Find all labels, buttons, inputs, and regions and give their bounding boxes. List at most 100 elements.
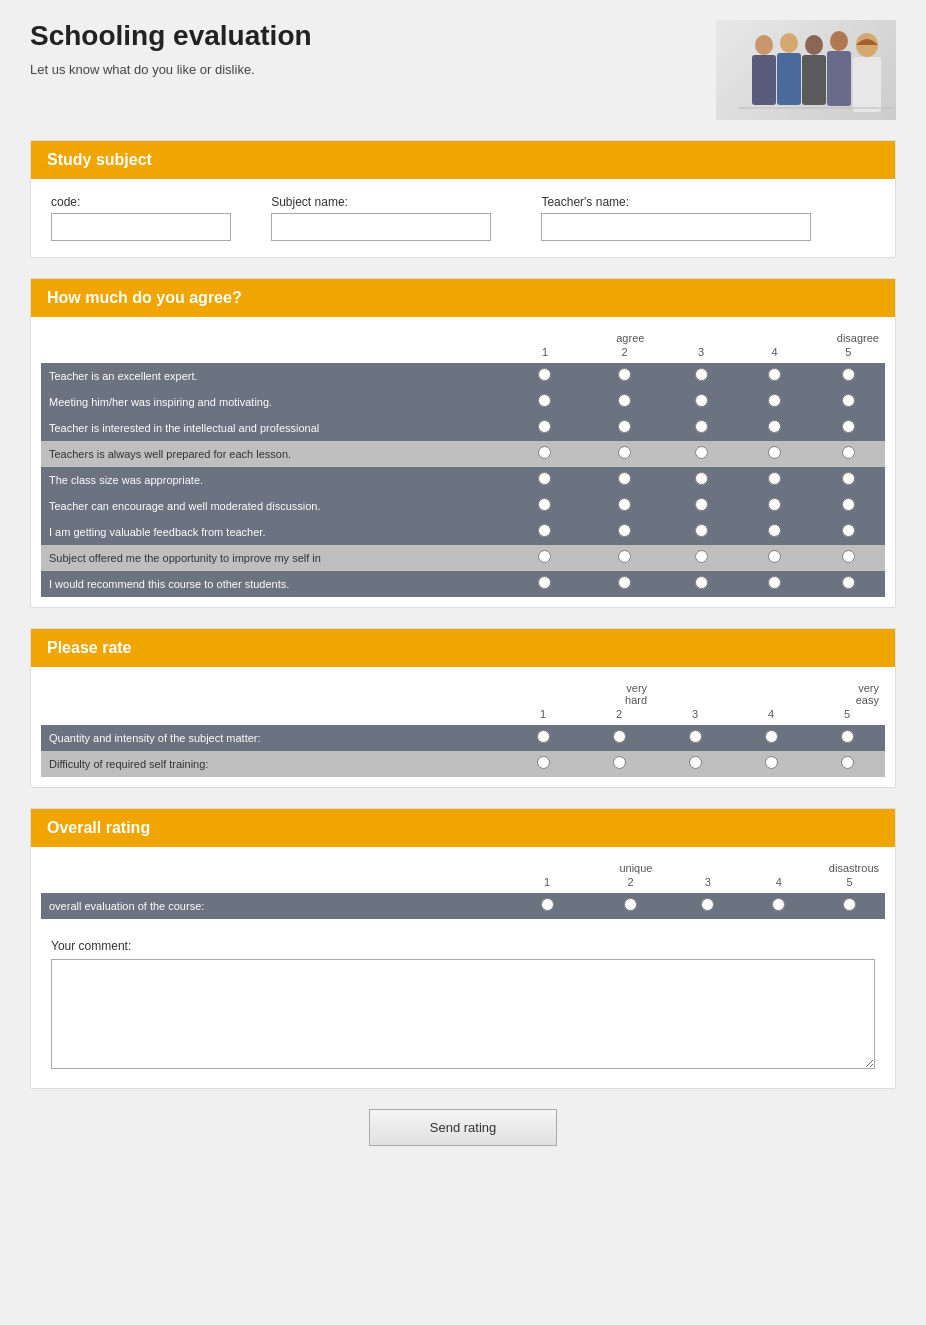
radio-option-2[interactable] (618, 550, 631, 563)
radio-option-4[interactable] (768, 394, 781, 407)
agree-col-label: agree (505, 327, 664, 346)
radio-option-5[interactable] (841, 756, 854, 769)
row-label: Teacher is interested in the intellectua… (41, 415, 505, 441)
overall-table: unique disastrous 1 2 3 4 5 overall eval… (41, 857, 885, 919)
radio-option-1[interactable] (538, 394, 551, 407)
radio-option-3[interactable] (695, 550, 708, 563)
radio-option-1[interactable] (538, 446, 551, 459)
rate-tbody: Quantity and intensity of the subject ma… (41, 725, 885, 777)
send-rating-button[interactable]: Send rating (369, 1109, 558, 1146)
page-title: Schooling evaluation (30, 20, 312, 52)
comment-label: Your comment: (51, 939, 875, 953)
submit-row: Send rating (30, 1109, 896, 1146)
radio-option-2[interactable] (613, 730, 626, 743)
radio-option-4[interactable] (768, 550, 781, 563)
radio-option-3[interactable] (701, 898, 714, 911)
radio-option-5[interactable] (842, 420, 855, 433)
radio-option-4[interactable] (768, 576, 781, 589)
table-row: I would recommend this course to other s… (41, 571, 885, 597)
radio-option-4[interactable] (768, 498, 781, 511)
radio-option-1[interactable] (538, 420, 551, 433)
agree-section: How much do you agree? agree disagree 1 … (30, 278, 896, 608)
row-label: Teacher can encourage and well moderated… (41, 493, 505, 519)
radio-option-5[interactable] (842, 550, 855, 563)
code-input[interactable] (51, 213, 231, 241)
svg-rect-3 (777, 53, 801, 105)
radio-option-3[interactable] (695, 368, 708, 381)
svg-point-2 (780, 33, 798, 53)
radio-option-5[interactable] (843, 898, 856, 911)
rate-section: Please rate very hard very easy (30, 628, 896, 788)
radio-option-1[interactable] (538, 524, 551, 537)
radio-option-1[interactable] (538, 472, 551, 485)
radio-option-3[interactable] (695, 498, 708, 511)
radio-option-3[interactable] (695, 394, 708, 407)
radio-option-1[interactable] (538, 576, 551, 589)
radio-option-4[interactable] (765, 756, 778, 769)
subject-input[interactable] (271, 213, 491, 241)
radio-option-5[interactable] (842, 524, 855, 537)
radio-option-3[interactable] (695, 576, 708, 589)
row-label: Quantity and intensity of the subject ma… (41, 725, 505, 751)
radio-option-3[interactable] (689, 730, 702, 743)
table-row: Teachers is always well prepared for eac… (41, 441, 885, 467)
radio-option-2[interactable] (618, 472, 631, 485)
radio-option-1[interactable] (541, 898, 554, 911)
comment-textarea[interactable] (51, 959, 875, 1069)
code-label: code: (51, 195, 251, 209)
radio-option-5[interactable] (842, 394, 855, 407)
radio-option-2[interactable] (618, 368, 631, 381)
radio-option-2[interactable] (618, 524, 631, 537)
radio-option-1[interactable] (537, 756, 550, 769)
page-header: Schooling evaluation Let us know what do… (30, 20, 896, 120)
radio-option-1[interactable] (538, 550, 551, 563)
radio-option-5[interactable] (842, 576, 855, 589)
comment-section: Your comment: (31, 929, 895, 1088)
radio-option-5[interactable] (842, 446, 855, 459)
teacher-input[interactable] (541, 213, 811, 241)
radio-option-4[interactable] (768, 368, 781, 381)
rate-section-header: Please rate (31, 629, 895, 667)
disagree-col-label: disagree (664, 327, 885, 346)
study-subject-header: Study subject (31, 141, 895, 179)
row-label: Teachers is always well prepared for eac… (41, 441, 505, 467)
agree-section-body: agree disagree 1 2 3 4 5 Teacher is an e… (31, 317, 895, 607)
radio-option-3[interactable] (695, 420, 708, 433)
radio-option-2[interactable] (618, 446, 631, 459)
radio-option-1[interactable] (538, 498, 551, 511)
radio-option-4[interactable] (765, 730, 778, 743)
radio-option-5[interactable] (842, 472, 855, 485)
radio-option-3[interactable] (695, 446, 708, 459)
teacher-field-group: Teacher's name: (541, 195, 875, 241)
radio-option-2[interactable] (618, 420, 631, 433)
radio-option-4[interactable] (768, 420, 781, 433)
code-field-group: code: (51, 195, 251, 241)
agree-section-header: How much do you agree? (31, 279, 895, 317)
page-subtitle: Let us know what do you like or dislike. (30, 62, 312, 77)
agree-number-row: 1 2 3 4 5 (41, 346, 885, 363)
row-label: I would recommend this course to other s… (41, 571, 505, 597)
radio-option-5[interactable] (842, 498, 855, 511)
radio-option-3[interactable] (689, 756, 702, 769)
radio-option-2[interactable] (618, 576, 631, 589)
rate-section-body: very hard very easy 1 2 3 4 5 (31, 667, 895, 787)
radio-option-2[interactable] (618, 498, 631, 511)
radio-option-2[interactable] (618, 394, 631, 407)
radio-option-5[interactable] (841, 730, 854, 743)
very-hard-label: very hard (625, 682, 647, 706)
radio-option-4[interactable] (768, 472, 781, 485)
radio-option-3[interactable] (695, 524, 708, 537)
radio-option-1[interactable] (538, 368, 551, 381)
svg-rect-5 (802, 55, 826, 105)
radio-option-2[interactable] (613, 756, 626, 769)
radio-option-3[interactable] (695, 472, 708, 485)
radio-option-1[interactable] (537, 730, 550, 743)
svg-rect-7 (827, 51, 851, 106)
radio-option-2[interactable] (624, 898, 637, 911)
very-easy-label: very easy (856, 682, 879, 706)
radio-option-4[interactable] (768, 524, 781, 537)
radio-option-5[interactable] (842, 368, 855, 381)
row-label: Subject offered me the opportunity to im… (41, 545, 505, 571)
radio-option-4[interactable] (772, 898, 785, 911)
radio-option-4[interactable] (768, 446, 781, 459)
